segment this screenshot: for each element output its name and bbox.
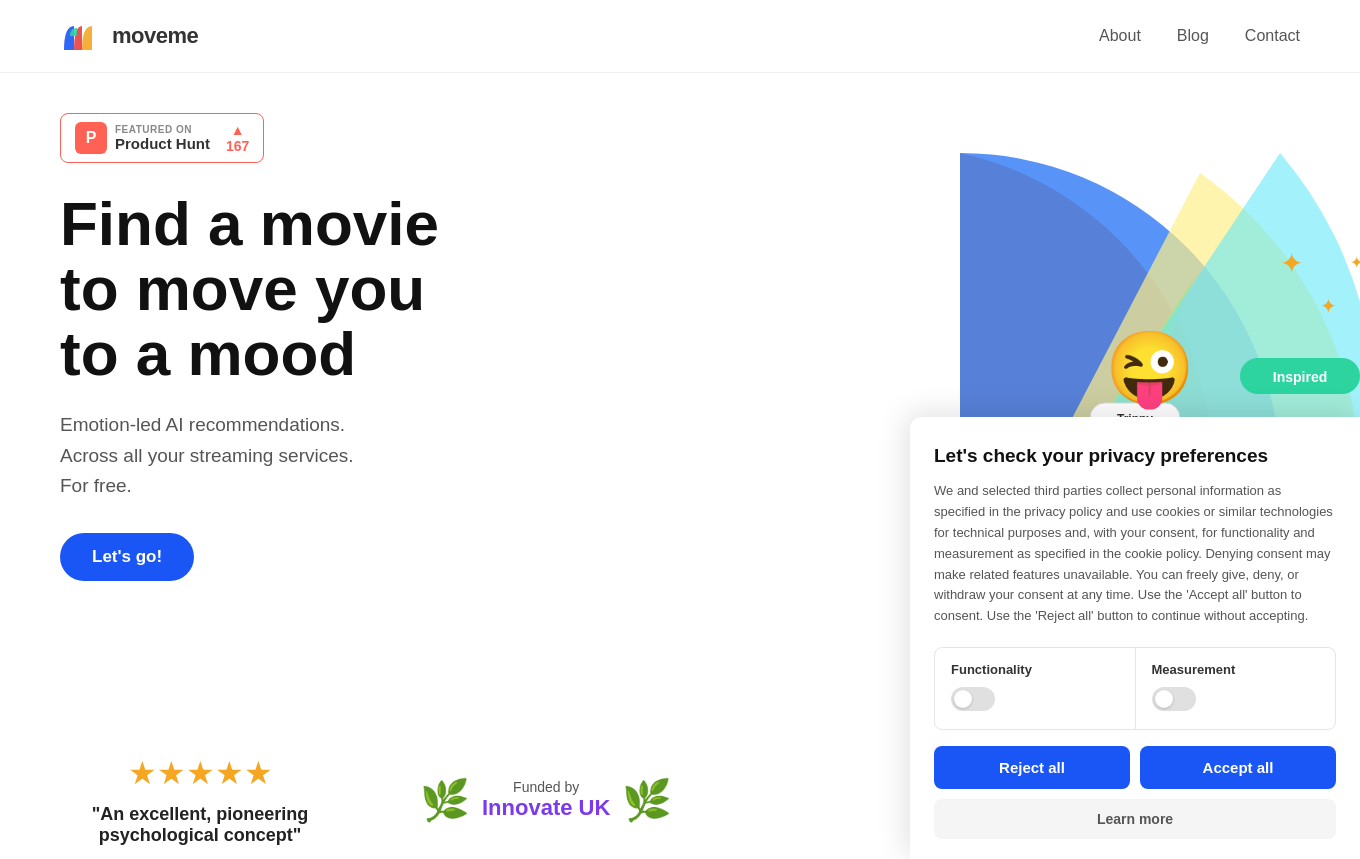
- hero-subtext: Emotion-led AI recommendations. Across a…: [60, 410, 439, 501]
- star-rating: ★★★★★: [60, 754, 340, 792]
- reject-all-button[interactable]: Reject all: [934, 746, 1130, 789]
- headline-line1: Find a movie: [60, 189, 439, 258]
- nav-about[interactable]: About: [1099, 27, 1141, 45]
- svg-text:✦: ✦: [1280, 248, 1303, 279]
- stars-review: ★★★★★ "An excellent, pioneering psycholo…: [60, 754, 340, 846]
- cta-button[interactable]: Let's go!: [60, 533, 194, 581]
- logo-icon: [60, 14, 104, 58]
- funded-label: Funded by: [482, 779, 610, 795]
- cookie-banner: Let's check your privacy preferences We …: [910, 417, 1360, 859]
- navbar: moveme About Blog Contact: [0, 0, 1360, 73]
- functionality-label: Functionality: [951, 662, 1119, 677]
- review-quote: "An excellent, pioneering psychological …: [60, 804, 340, 846]
- subtext-line1: Emotion-led AI recommendations.: [60, 414, 345, 435]
- logo-text: moveme: [112, 23, 198, 49]
- svg-text:Inspired: Inspired: [1273, 369, 1327, 385]
- nav-links: About Blog Contact: [1099, 27, 1300, 45]
- product-hunt-icon: P: [75, 122, 107, 154]
- headline-line2: to move you: [60, 254, 425, 323]
- product-hunt-text: FEATURED ON Product Hunt: [115, 124, 210, 152]
- ph-arrow-icon: ▲: [231, 122, 245, 138]
- svg-rect-1: [1240, 358, 1360, 394]
- ph-vote-count: 167: [226, 138, 249, 154]
- cookie-body: We and selected third parties collect pe…: [934, 481, 1336, 627]
- measurement-toggle-group: Measurement: [1136, 648, 1336, 729]
- product-hunt-badge[interactable]: P FEATURED ON Product Hunt ▲ 167: [60, 113, 264, 163]
- accept-all-button[interactable]: Accept all: [1140, 746, 1336, 789]
- cookie-toggles: Functionality Measurement: [934, 647, 1336, 730]
- funded-badge: 🌿 Funded by Innovate UK 🌿: [420, 777, 672, 824]
- ph-featured-label: FEATURED ON: [115, 124, 210, 135]
- headline-line3: to a mood: [60, 319, 356, 388]
- subtext-line3: For free.: [60, 475, 132, 496]
- svg-text:✦: ✦: [1320, 295, 1337, 317]
- funded-text: Funded by Innovate UK: [482, 779, 610, 821]
- laurel-right-icon: 🌿: [622, 777, 672, 824]
- svg-text:😜: 😜: [1105, 326, 1195, 411]
- logo[interactable]: moveme: [60, 14, 198, 58]
- nav-contact[interactable]: Contact: [1245, 27, 1300, 45]
- subtext-line2: Across all your streaming services.: [60, 445, 354, 466]
- measurement-toggle[interactable]: [1152, 687, 1196, 711]
- functionality-toggle[interactable]: [951, 687, 995, 711]
- hero-left: P FEATURED ON Product Hunt ▲ 167 Find a …: [60, 113, 439, 581]
- cookie-title: Let's check your privacy preferences: [934, 445, 1336, 467]
- ph-product-name: Product Hunt: [115, 135, 210, 152]
- ph-votes: ▲ 167: [226, 122, 249, 154]
- nav-blog[interactable]: Blog: [1177, 27, 1209, 45]
- svg-text:✦: ✦: [1350, 254, 1360, 271]
- measurement-label: Measurement: [1152, 662, 1320, 677]
- hero-headline: Find a movie to move you to a mood: [60, 191, 439, 386]
- learn-more-button[interactable]: Learn more: [934, 799, 1336, 839]
- laurel-left-icon: 🌿: [420, 777, 470, 824]
- cookie-actions: Reject all Accept all: [934, 746, 1336, 789]
- functionality-toggle-group: Functionality: [935, 648, 1136, 729]
- funded-by-text: Innovate UK: [482, 795, 610, 821]
